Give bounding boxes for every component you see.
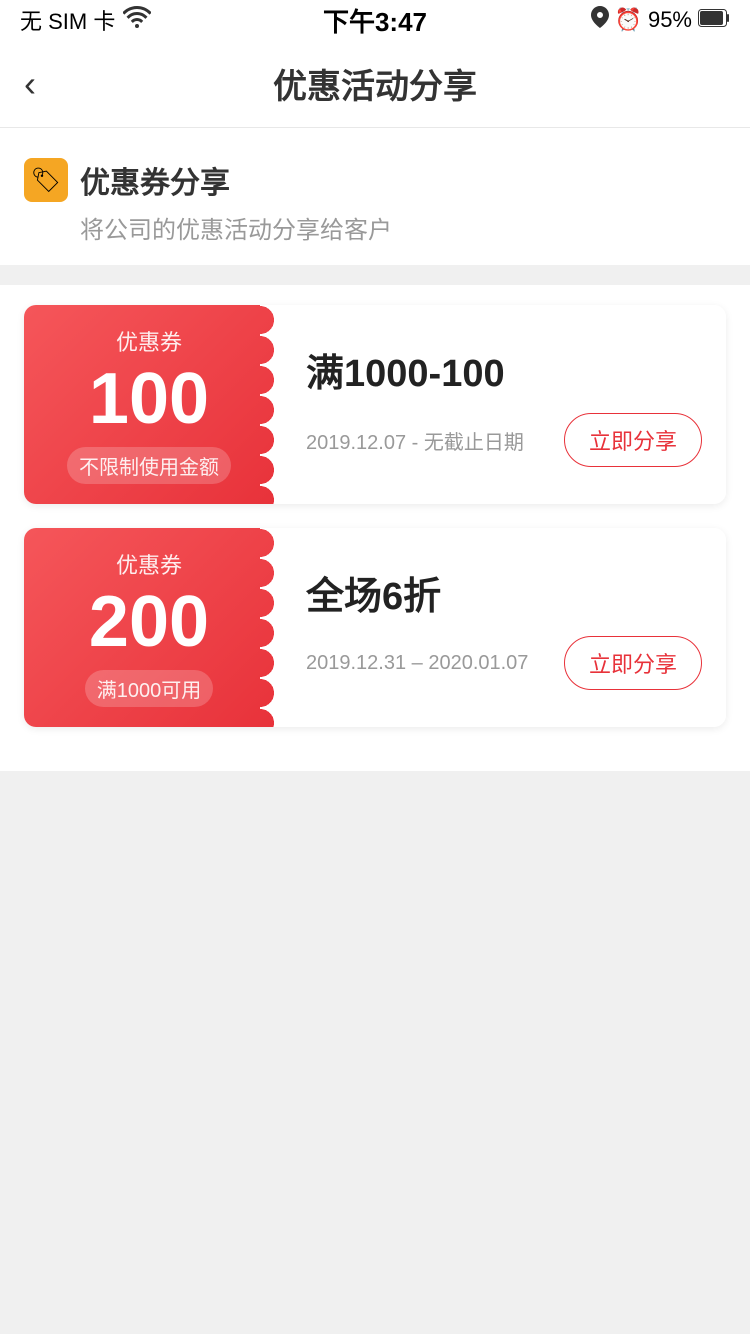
- nav-bar: ‹ 优惠活动分享: [0, 40, 750, 128]
- coupon-amount-1: 200: [89, 586, 209, 658]
- back-button[interactable]: ‹: [24, 63, 36, 105]
- carrier-label: 无 SIM 卡: [20, 4, 115, 36]
- status-bar: 无 SIM 卡 下午3:47 ⏰ 95%: [0, 0, 750, 40]
- section-desc: 将公司的优惠活动分享给客户: [24, 210, 726, 245]
- status-right: ⏰ 95%: [591, 6, 730, 34]
- coupon-bottom-row-1: 2019.12.31 – 2020.01.07 立即分享: [306, 636, 702, 690]
- location-icon: [591, 6, 609, 34]
- coupon-card: 优惠券 100 不限制使用金额 满1000-100 2019.12.07 - 无…: [24, 305, 726, 504]
- coupon-card: 优惠券 200 满1000可用 全场6折 2019.12.31 – 2020.0…: [24, 528, 726, 727]
- bottom-area: [0, 771, 750, 1171]
- coupon-left-0: 优惠券 100 不限制使用金额: [24, 305, 274, 504]
- coupon-name-0: 满1000-100: [306, 342, 702, 397]
- coupon-list: 优惠券 100 不限制使用金额 满1000-100 2019.12.07 - 无…: [0, 285, 750, 771]
- coupon-type-0: 优惠券: [116, 325, 182, 357]
- coupon-bottom-row-0: 2019.12.07 - 无截止日期 立即分享: [306, 413, 702, 467]
- coupon-condition-0: 不限制使用金额: [67, 447, 231, 484]
- share-button-0[interactable]: 立即分享: [564, 413, 702, 467]
- section-icon: 🏷: [24, 158, 68, 202]
- battery-percent: 95%: [648, 7, 692, 33]
- battery-icon: [698, 7, 730, 33]
- coupon-type-1: 优惠券: [116, 548, 182, 580]
- coupon-date-0: 2019.12.07 - 无截止日期: [306, 426, 552, 455]
- coupon-name-1: 全场6折: [306, 565, 702, 620]
- coupon-right-0: 满1000-100 2019.12.07 - 无截止日期 立即分享: [274, 305, 726, 504]
- section-title: 优惠券分享: [80, 158, 230, 202]
- status-left: 无 SIM 卡: [20, 4, 151, 36]
- coupon-condition-1: 满1000可用: [85, 670, 214, 707]
- section-header-row: 🏷 优惠券分享: [24, 158, 726, 202]
- section-header: 🏷 优惠券分享 将公司的优惠活动分享给客户: [0, 128, 750, 265]
- status-time: 下午3:47: [323, 2, 427, 39]
- alarm-icon: ⏰: [615, 7, 642, 33]
- share-button-1[interactable]: 立即分享: [564, 636, 702, 690]
- page-title: 优惠活动分享: [273, 59, 477, 108]
- coupon-date-1: 2019.12.31 – 2020.01.07: [306, 652, 552, 675]
- coupon-left-1: 优惠券 200 满1000可用: [24, 528, 274, 727]
- wifi-icon: [123, 6, 151, 34]
- coupon-right-1: 全场6折 2019.12.31 – 2020.01.07 立即分享: [274, 528, 726, 727]
- coupon-amount-0: 100: [89, 363, 209, 435]
